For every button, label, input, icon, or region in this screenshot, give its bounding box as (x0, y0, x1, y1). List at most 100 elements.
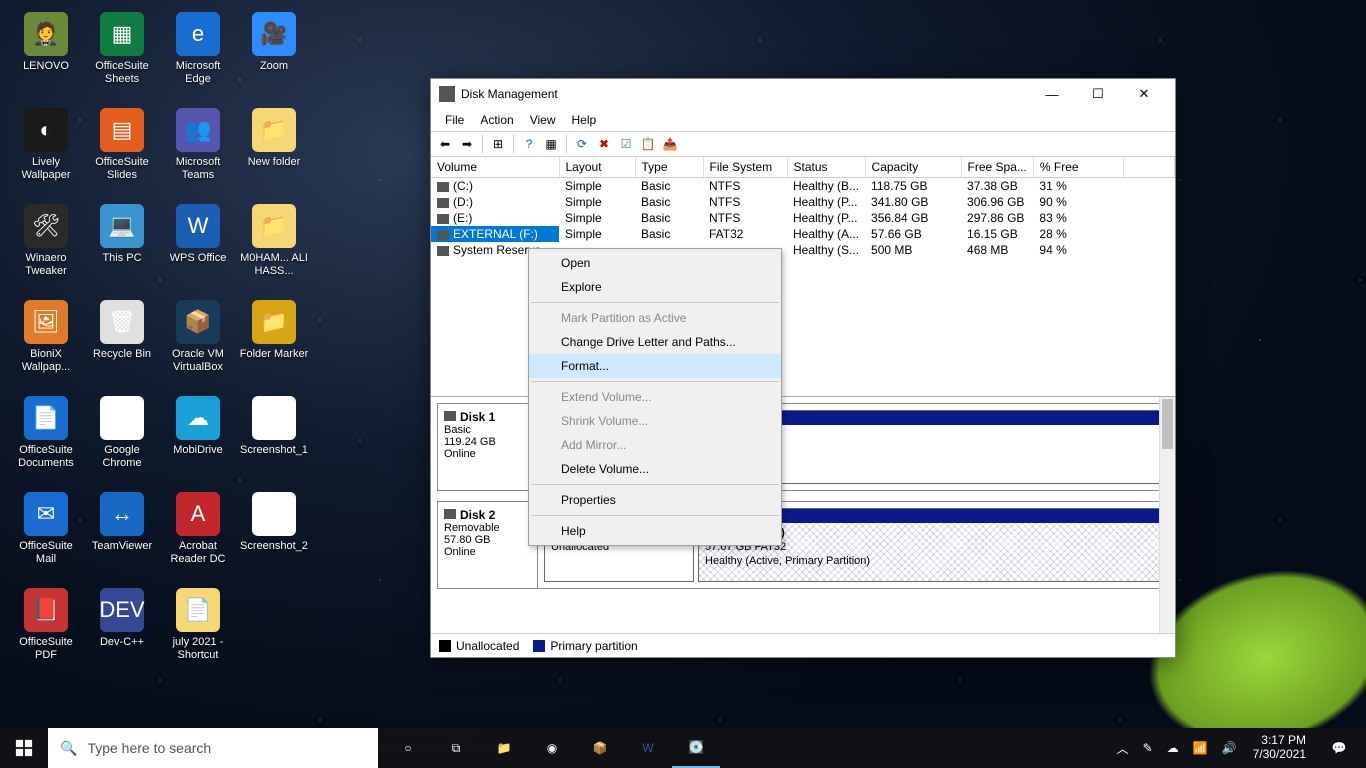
icon-label: OfficeSuite Slides (86, 156, 158, 181)
desktop-icon[interactable]: ↔TeamViewer (84, 488, 160, 584)
icon-label: july 2021 - Shortcut (162, 636, 234, 661)
menu-item[interactable]: Open (529, 251, 781, 275)
word-taskbar-icon[interactable]: W (624, 728, 672, 768)
desktop-icon[interactable]: 📕OfficeSuite PDF (8, 584, 84, 680)
desktop-icon[interactable]: ✉OfficeSuite Mail (8, 488, 84, 584)
menu-separator (531, 381, 779, 382)
column-header[interactable]: % Free (1033, 157, 1123, 178)
app-icon: 📁 (252, 108, 296, 152)
app-icon: 📦 (176, 300, 220, 344)
minimize-button[interactable]: — (1029, 79, 1075, 109)
tray-pen-icon[interactable]: ✎ (1137, 728, 1159, 768)
desktop-icon[interactable]: AAcrobat Reader DC (160, 488, 236, 584)
chrome-taskbar-icon[interactable]: ◉ (528, 728, 576, 768)
desktop-icon[interactable]: 📁M0HAM... ALI HASS... (236, 200, 312, 296)
desktop-icon[interactable]: ◉Google Chrome (84, 392, 160, 488)
desktop-icon[interactable]: DEVDev-C++ (84, 584, 160, 680)
tray-volume-icon[interactable]: 🔊 (1216, 728, 1243, 768)
app-icon: 🤵 (24, 12, 68, 56)
column-header[interactable] (1123, 157, 1174, 178)
tray-onedrive-icon[interactable]: ☁ (1161, 728, 1185, 768)
menu-item[interactable]: Properties (529, 488, 781, 512)
column-header[interactable]: Layout (559, 157, 635, 178)
desktop-icon[interactable]: 📄OfficeSuite Documents (8, 392, 84, 488)
check-icon[interactable]: ☑ (616, 134, 636, 154)
diskmgmt-taskbar-icon[interactable]: 💽 (672, 728, 720, 768)
menu-item[interactable]: Format... (529, 354, 781, 378)
menu-item[interactable]: Change Drive Letter and Paths... (529, 330, 781, 354)
explorer-icon[interactable]: 📁 (480, 728, 528, 768)
desktop-icon[interactable]: 📦Oracle VM VirtualBox (160, 296, 236, 392)
column-header[interactable]: Status (787, 157, 865, 178)
search-icon: 🔍 (60, 740, 77, 757)
close-button[interactable]: ✕ (1121, 79, 1167, 109)
desktop-icon[interactable]: 🖼BioniX Wallpap... (8, 296, 84, 392)
desktop-icon[interactable]: 💻This PC (84, 200, 160, 296)
desktop-icon[interactable]: ◐Lively Wallpaper (8, 104, 84, 200)
titlebar[interactable]: Disk Management — ☐ ✕ (431, 79, 1175, 109)
desktop: 🤵 LENOVO ▦OfficeSuite SheetseMicrosoft Edg… (0, 0, 1366, 768)
desktop-icon[interactable]: 🗑Recycle Bin (84, 296, 160, 392)
menu-item: Shrink Volume... (529, 409, 781, 433)
volume-row[interactable]: (D:)SimpleBasicNTFSHealthy (P...341.80 G… (431, 194, 1175, 210)
scrollbar[interactable] (1159, 397, 1175, 633)
task-view-icon[interactable]: ⧉ (432, 728, 480, 768)
desktop-icon[interactable]: 🖼Screenshot_1 (236, 392, 312, 488)
refresh-icon[interactable]: ⟳ (572, 134, 592, 154)
desktop-icon[interactable]: 🛠Winaero Tweaker (8, 200, 84, 296)
menu-item[interactable]: Delete Volume... (529, 457, 781, 481)
desktop-icon[interactable]: 🤵 LENOVO (8, 8, 84, 104)
menu-item[interactable]: Explore (529, 275, 781, 299)
icon-label: LENOVO (23, 60, 69, 73)
menu-help[interactable]: Help (564, 111, 605, 129)
help-icon[interactable]: ? (519, 134, 539, 154)
desktop-icon[interactable]: ▤OfficeSuite Slides (84, 104, 160, 200)
desktop-icon[interactable]: 🎥Zoom (236, 8, 312, 104)
search-box[interactable]: 🔍 Type here to search (48, 728, 378, 768)
volume-row[interactable]: (C:)SimpleBasicNTFSHealthy (B...118.75 G… (431, 178, 1175, 195)
clock[interactable]: 3:17 PM 7/30/2021 (1245, 734, 1314, 762)
cortana-icon[interactable]: ○ (384, 728, 432, 768)
desktop-icon[interactable]: WWPS Office (160, 200, 236, 296)
settings-icon[interactable]: ▦ (541, 134, 561, 154)
desktop-icon[interactable]: 📁New folder (236, 104, 312, 200)
desktop-icon[interactable]: 🖼Screenshot_2 (236, 488, 312, 584)
delete-icon[interactable]: ✖ (594, 134, 614, 154)
app-icon: e (176, 12, 220, 56)
volume-row[interactable]: (E:)SimpleBasicNTFSHealthy (P...356.84 G… (431, 210, 1175, 226)
action-icon[interactable]: 📤 (660, 134, 680, 154)
action-center-icon[interactable]: 💬 (1316, 728, 1362, 768)
volume-row[interactable]: EXTERNAL (F:)SimpleBasicFAT32Healthy (A.… (431, 226, 1175, 242)
app-icon: W (176, 204, 220, 248)
column-header[interactable]: Type (635, 157, 703, 178)
desktop-icon[interactable]: 📄july 2021 - Shortcut (160, 584, 236, 680)
desktop-icons-grid: 🤵 LENOVO ▦OfficeSuite SheetseMicrosoft Edg… (8, 8, 312, 680)
back-icon[interactable]: ⬅ (435, 134, 455, 154)
tray-overflow-icon[interactable]: ︿ (1111, 728, 1135, 768)
desktop-icon[interactable]: 📁Folder Marker (236, 296, 312, 392)
menu-item[interactable]: Help (529, 519, 781, 543)
tray-wifi-icon[interactable]: 📶 (1187, 728, 1214, 768)
menu-file[interactable]: File (437, 111, 472, 129)
menu-view[interactable]: View (522, 111, 564, 129)
menubar: File Action View Help (431, 109, 1175, 131)
column-header[interactable]: Volume (431, 157, 559, 178)
desktop-icon[interactable]: 👥Microsoft Teams (160, 104, 236, 200)
context-menu: OpenExploreMark Partition as ActiveChang… (528, 248, 782, 546)
column-header[interactable]: Capacity (865, 157, 961, 178)
desktop-icon[interactable]: ☁MobiDrive (160, 392, 236, 488)
virtualbox-taskbar-icon[interactable]: 📦 (576, 728, 624, 768)
desktop-icon[interactable]: ▦OfficeSuite Sheets (84, 8, 160, 104)
icon-label: Microsoft Teams (162, 156, 234, 181)
forward-icon[interactable]: ➡ (457, 134, 477, 154)
column-header[interactable]: File System (703, 157, 787, 178)
legend-unallocated: Unallocated (456, 639, 519, 653)
menu-action[interactable]: Action (472, 111, 521, 129)
column-header[interactable]: Free Spa... (961, 157, 1033, 178)
show-hide-icon[interactable]: ⊞ (488, 134, 508, 154)
desktop-icon[interactable]: eMicrosoft Edge (160, 8, 236, 104)
properties-icon[interactable]: 📋 (638, 134, 658, 154)
maximize-button[interactable]: ☐ (1075, 79, 1121, 109)
start-button[interactable] (0, 728, 48, 768)
icon-label: Winaero Tweaker (10, 252, 82, 277)
